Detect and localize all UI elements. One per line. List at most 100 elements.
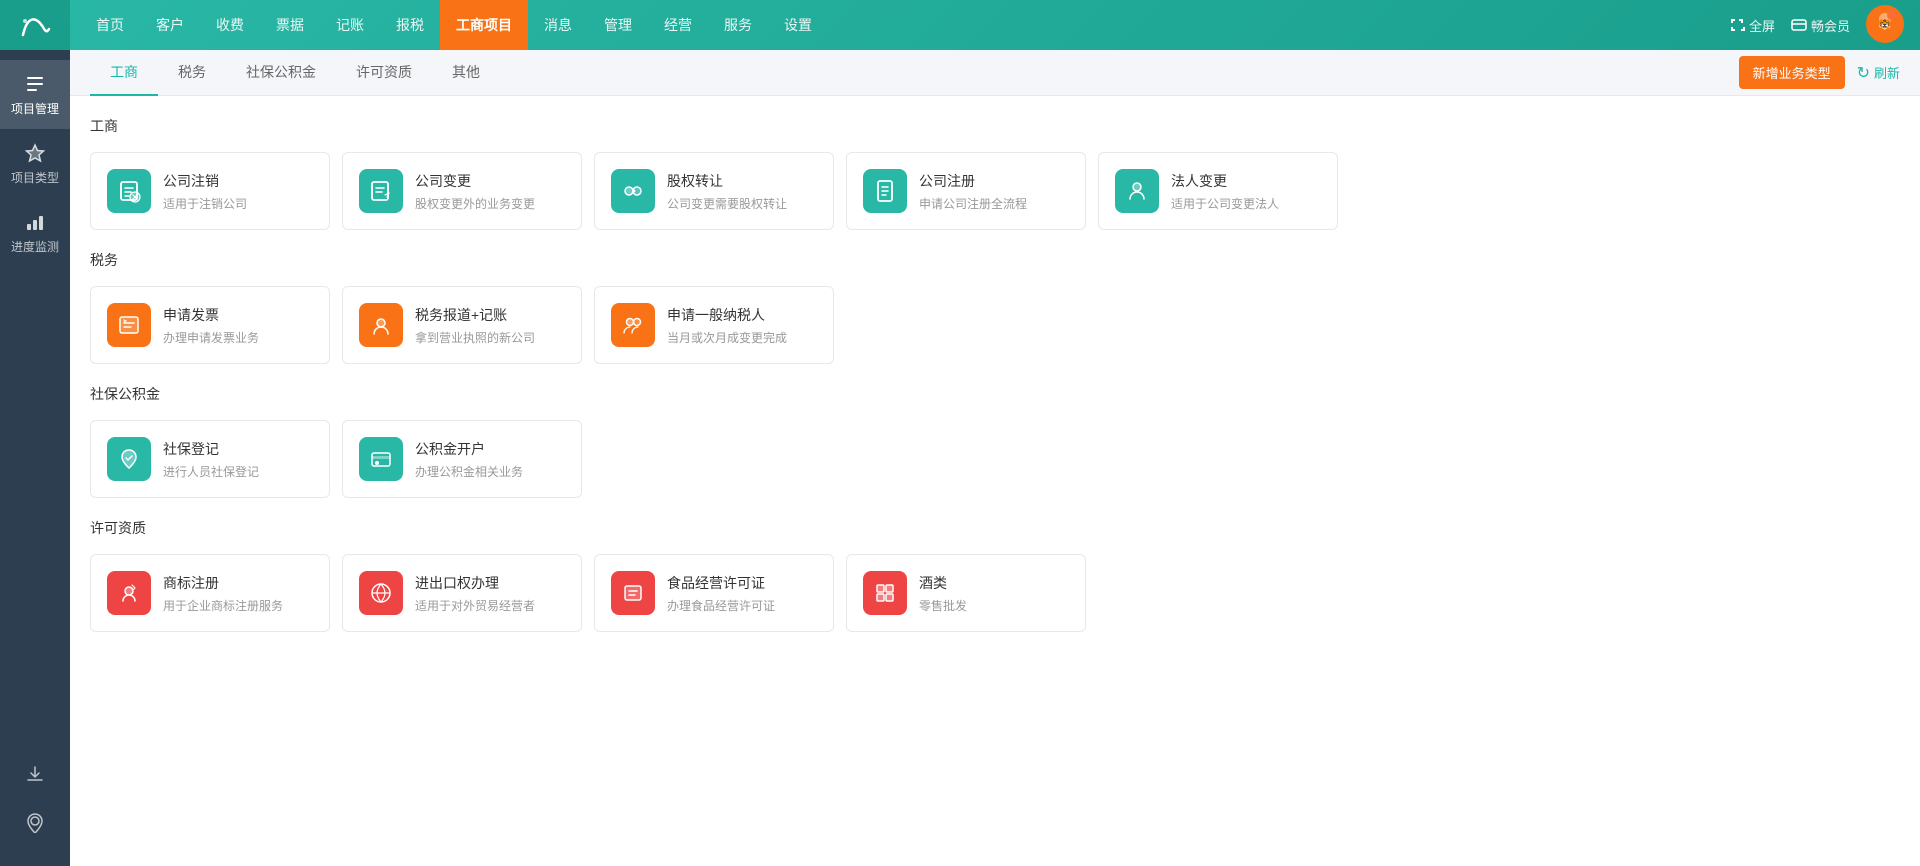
card-title-legal-change: 法人变更 (1171, 171, 1321, 191)
tab-xuke[interactable]: 许可资质 (336, 50, 432, 96)
fullscreen-btn[interactable]: 全屏 (1729, 16, 1775, 35)
card-desc-tax-reporting: 拿到营业执照的新公司 (415, 329, 565, 346)
cards-grid-xuke: 商标注册 用于企业商标注册服务 进出口权办理 适用于对外贸易经营者 (90, 554, 1900, 632)
card-info-company-register: 公司注册 申请公司注册全流程 (919, 171, 1069, 212)
card-desc-social-insurance: 进行人员社保登记 (163, 463, 313, 480)
card-title-import-export: 进出口权办理 (415, 573, 565, 593)
card-desc-general-taxpayer: 当月或次月成变更完成 (667, 329, 817, 346)
sidebar-label-project-type: 项目类型 (11, 169, 59, 186)
card-icon-import-export (359, 571, 403, 615)
card-info-food-permit: 食品经营许可证 办理食品经营许可证 (667, 573, 817, 614)
fullscreen-label: 全屏 (1749, 16, 1775, 35)
card-info-alcohol: 酒类 零售批发 (919, 573, 1069, 614)
new-type-button[interactable]: 新增业务类型 (1739, 56, 1845, 89)
card-general-taxpayer[interactable]: 申请一般纳税人 当月或次月成变更完成 (594, 286, 834, 364)
card-social-insurance[interactable]: 社保登记 进行人员社保登记 (90, 420, 330, 498)
nav-item-industry[interactable]: 工商项目 (440, 0, 528, 50)
card-info-fund-open: 公积金开户 办理公积金相关业务 (415, 439, 565, 480)
card-icon-social-insurance (107, 437, 151, 481)
fullscreen-icon (1729, 17, 1745, 33)
cards-grid-shuiwu: 申请发票 办理申请发票业务 税务报道+记账 拿到营业执照的新公司 (90, 286, 1900, 364)
avatar[interactable]: 🐯 (1866, 5, 1904, 46)
card-icon-alcohol (863, 571, 907, 615)
card-import-export[interactable]: 进出口权办理 适用于对外贸易经营者 (342, 554, 582, 632)
nav-item-ticket[interactable]: 票据 (260, 0, 320, 50)
nav-item-client[interactable]: 客户 (140, 0, 200, 50)
section-title-shuiwu: 税务 (90, 250, 1900, 270)
card-food-permit[interactable]: 食品经营许可证 办理食品经营许可证 (594, 554, 834, 632)
card-icon-equity-transfer (611, 169, 655, 213)
card-info-apply-invoice: 申请发票 办理申请发票业务 (163, 305, 313, 346)
tab-other[interactable]: 其他 (432, 50, 500, 96)
nav-items: 首页 客户 收费 票据 记账 报税 工商项目 消息 管理 经营 服务 设置 (70, 0, 1729, 50)
logo-icon (17, 7, 53, 43)
nav-item-operation[interactable]: 经营 (648, 0, 708, 50)
card-icon-legal-change (1115, 169, 1159, 213)
refresh-label: 刷新 (1874, 63, 1900, 82)
card-desc-company-cancel: 适用于注销公司 (163, 195, 313, 212)
nav-item-home[interactable]: 首页 (80, 0, 140, 50)
card-desc-trademark: 用于企业商标注册服务 (163, 597, 313, 614)
card-title-fund-open: 公积金开户 (415, 439, 565, 459)
card-info-tax-reporting: 税务报道+记账 拿到营业执照的新公司 (415, 305, 565, 346)
card-fund-open[interactable]: 公积金开户 办理公积金相关业务 (342, 420, 582, 498)
card-icon-apply-invoice (107, 303, 151, 347)
sidebar: 项目管理 项目类型 进度监测 (0, 50, 70, 866)
location-icon (23, 810, 47, 834)
card-title-tax-reporting: 税务报道+记账 (415, 305, 565, 325)
card-trademark[interactable]: 商标注册 用于企业商标注册服务 (90, 554, 330, 632)
card-desc-company-register: 申请公司注册全流程 (919, 195, 1069, 212)
cards-grid-shebao: 社保登记 进行人员社保登记 公积金开户 办理公积金相关业务 (90, 420, 1900, 498)
card-legal-change[interactable]: 法人变更 适用于公司变更法人 (1098, 152, 1338, 230)
sidebar-label-progress: 进度监测 (11, 238, 59, 255)
section-title-gongshang: 工商 (90, 116, 1900, 136)
chart-icon (23, 210, 47, 234)
card-tax-reporting[interactable]: 税务报道+记账 拿到营业执照的新公司 (342, 286, 582, 364)
top-nav: 首页 客户 收费 票据 记账 报税 工商项目 消息 管理 经营 服务 设置 全屏… (0, 0, 1920, 50)
sidebar-item-download[interactable] (0, 750, 70, 798)
sidebar-item-progress[interactable]: 进度监测 (0, 198, 70, 267)
card-desc-apply-invoice: 办理申请发票业务 (163, 329, 313, 346)
card-company-register[interactable]: 公司注册 申请公司注册全流程 (846, 152, 1086, 230)
logo-area (0, 0, 70, 50)
card-title-general-taxpayer: 申请一般纳税人 (667, 305, 817, 325)
nav-item-service[interactable]: 服务 (708, 0, 768, 50)
card-alcohol[interactable]: 酒类 零售批发 (846, 554, 1086, 632)
refresh-button[interactable]: ↻ 刷新 (1857, 63, 1900, 83)
card-desc-equity-transfer: 公司变更需要股权转让 (667, 195, 817, 212)
sidebar-item-location[interactable] (0, 798, 70, 846)
member-icon (1791, 17, 1807, 33)
member-label: 畅会员 (1811, 16, 1850, 35)
tab-actions: 新增业务类型 ↻ 刷新 (1739, 56, 1900, 89)
nav-item-settings[interactable]: 设置 (768, 0, 828, 50)
sidebar-bottom (0, 750, 70, 866)
sidebar-item-project-type[interactable]: 项目类型 (0, 129, 70, 198)
sidebar-item-project-manage[interactable]: 项目管理 (0, 60, 70, 129)
card-info-trademark: 商标注册 用于企业商标注册服务 (163, 573, 313, 614)
card-title-company-register: 公司注册 (919, 171, 1069, 191)
card-title-equity-transfer: 股权转让 (667, 171, 817, 191)
card-desc-import-export: 适用于对外贸易经营者 (415, 597, 565, 614)
card-apply-invoice[interactable]: 申请发票 办理申请发票业务 (90, 286, 330, 364)
main-content: 工商 税务 社保公积金 许可资质 其他 新增业务类型 ↻ 刷新 工商 (70, 50, 1920, 866)
card-company-change[interactable]: 公司变更 股权变更外的业务变更 (342, 152, 582, 230)
card-desc-legal-change: 适用于公司变更法人 (1171, 195, 1321, 212)
list-icon (23, 72, 47, 96)
card-info-general-taxpayer: 申请一般纳税人 当月或次月成变更完成 (667, 305, 817, 346)
tab-gongshang[interactable]: 工商 (90, 50, 158, 96)
nav-item-manage[interactable]: 管理 (588, 0, 648, 50)
card-info-company-change: 公司变更 股权变更外的业务变更 (415, 171, 565, 212)
member-btn[interactable]: 畅会员 (1791, 16, 1850, 35)
card-icon-company-change (359, 169, 403, 213)
tab-shebao[interactable]: 社保公积金 (226, 50, 336, 96)
tab-shuiwu[interactable]: 税务 (158, 50, 226, 96)
card-equity-transfer[interactable]: 股权转让 公司变更需要股权转让 (594, 152, 834, 230)
nav-item-accounting[interactable]: 记账 (320, 0, 380, 50)
card-company-cancel[interactable]: 公司注销 适用于注销公司 (90, 152, 330, 230)
nav-item-fee[interactable]: 收费 (200, 0, 260, 50)
cards-grid-gongshang: 公司注销 适用于注销公司 公司变更 股权变更外的业务变更 (90, 152, 1900, 230)
nav-item-tax[interactable]: 报税 (380, 0, 440, 50)
nav-item-message[interactable]: 消息 (528, 0, 588, 50)
card-desc-alcohol: 零售批发 (919, 597, 1069, 614)
card-desc-company-change: 股权变更外的业务变更 (415, 195, 565, 212)
